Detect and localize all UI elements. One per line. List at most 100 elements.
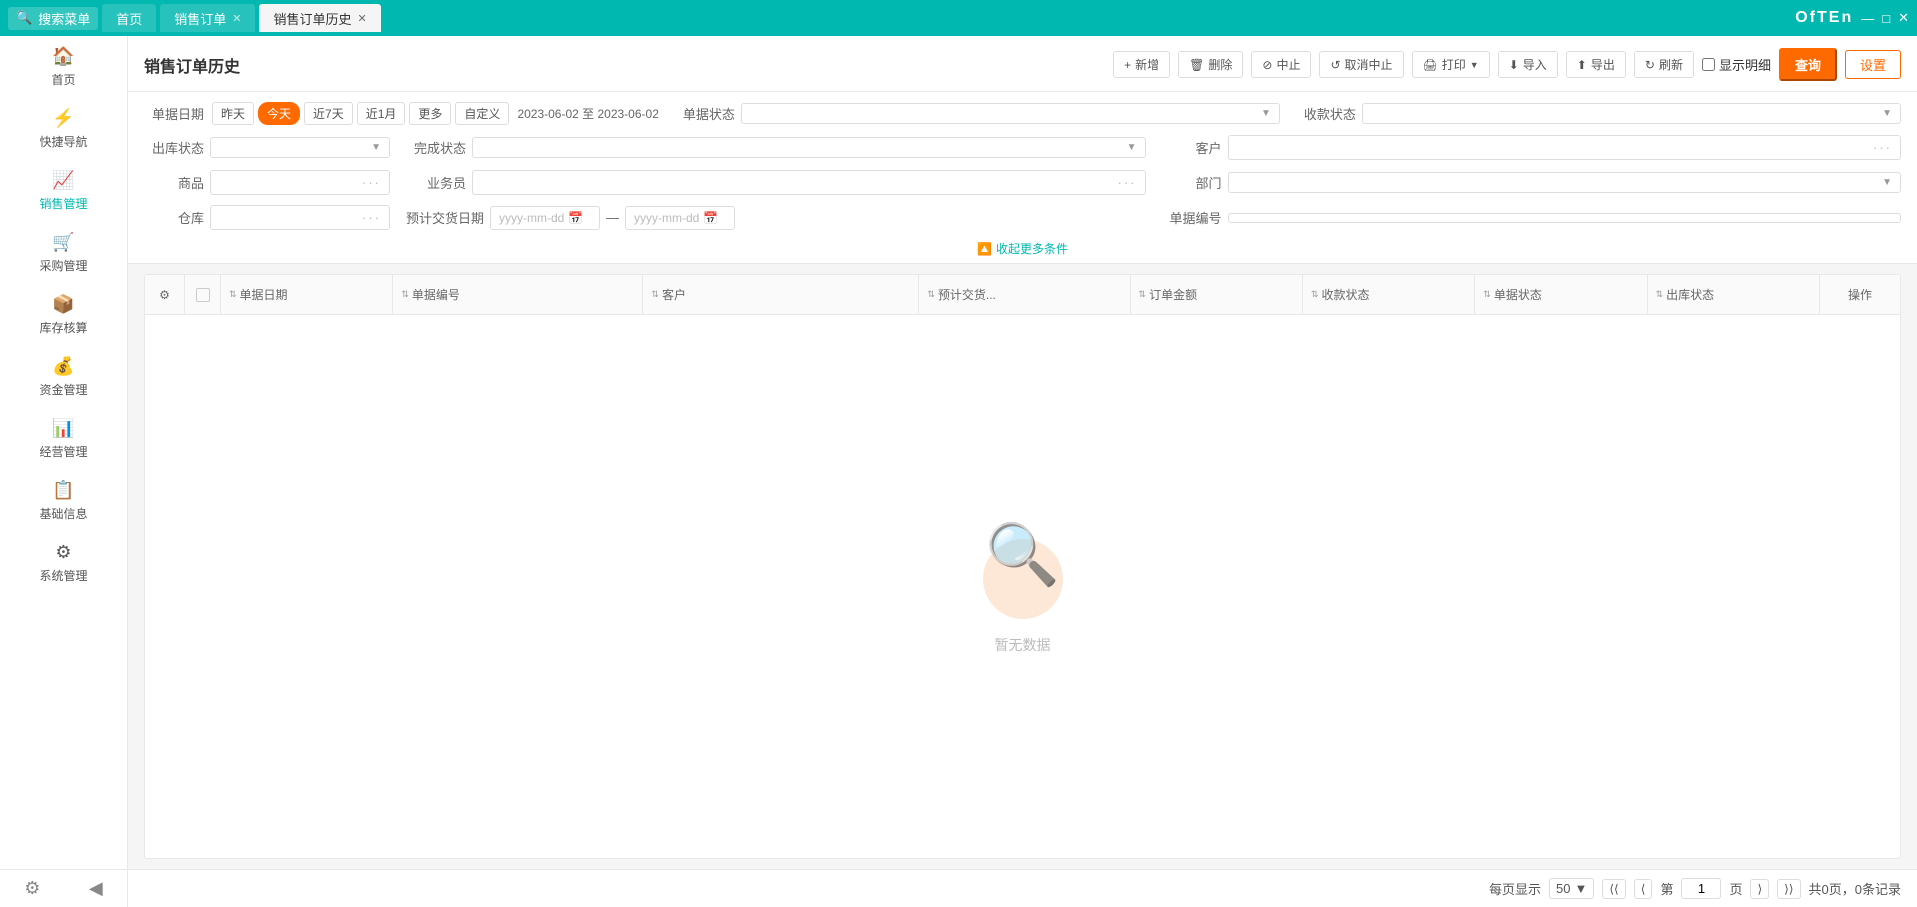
sidebar-label-inventory: 库存核算	[39, 319, 87, 336]
payment-status-select[interactable]: ▼	[1362, 103, 1901, 124]
sidebar-item-finance[interactable]: 💰 资金管理	[0, 346, 127, 408]
show-detail-toggle[interactable]: 显示明细	[1702, 55, 1771, 74]
customer-dots: ···	[1873, 140, 1892, 155]
page-next-btn[interactable]: ⟩	[1750, 879, 1769, 899]
date-btn-yesterday[interactable]: 昨天	[212, 102, 254, 125]
tab-close-sales-order-history[interactable]: ✕	[357, 12, 366, 25]
tab-home[interactable]: 首页	[102, 4, 156, 32]
empty-text: 暂无数据	[995, 635, 1051, 655]
page-last-btn[interactable]: ⟩⟩	[1777, 879, 1800, 899]
maximize-btn[interactable]: □	[1882, 11, 1890, 26]
warehouse-label: 仓库	[144, 208, 204, 227]
sidebar-item-sales[interactable]: 📈 销售管理	[0, 160, 127, 222]
complete-status-select[interactable]: ▼	[472, 137, 1146, 158]
th-sort-icon-date[interactable]: ⇅	[229, 289, 237, 300]
salesperson-input[interactable]: ···	[472, 170, 1146, 195]
sidebar-item-inventory[interactable]: 📦 库存核算	[0, 284, 127, 346]
sidebar-item-basic-info[interactable]: 📋 基础信息	[0, 470, 127, 532]
delivery-end-placeholder: yyyy-mm-dd	[634, 211, 699, 225]
inventory-icon: 📦	[52, 294, 74, 315]
page-size-label: 每页显示	[1489, 879, 1541, 898]
export-btn[interactable]: ⬆ 导出	[1566, 51, 1626, 78]
out-status-select[interactable]: ▼	[210, 137, 390, 158]
department-select[interactable]: ▼	[1228, 172, 1902, 193]
complete-status-chevron: ▼	[1127, 142, 1137, 153]
product-dots: ···	[362, 175, 381, 190]
date-filter-field: 单据日期 昨天 今天 近7天 近1月 更多 自定义 2023-06-02 至 2…	[144, 102, 659, 125]
warehouse-input[interactable]: ···	[210, 205, 390, 230]
sidebar-item-quicknav[interactable]: ⚡ 快捷导航	[0, 98, 127, 160]
print-btn[interactable]: 🖨 打印 ▼	[1412, 51, 1490, 78]
close-btn[interactable]: ✕	[1898, 10, 1909, 26]
page-size-chevron: ▼	[1575, 881, 1588, 896]
show-detail-checkbox[interactable]	[1702, 58, 1715, 71]
sales-icon: 📈	[52, 170, 74, 191]
th-order-status: ⇅ 单据状态	[1475, 275, 1647, 314]
th-delivery: ⇅ 预计交货...	[919, 275, 1130, 314]
search-box[interactable]: 🔍 搜索菜单	[8, 7, 98, 30]
sidebar-settings-btn[interactable]: ⚙	[24, 878, 40, 899]
product-input[interactable]: ···	[210, 170, 390, 195]
empty-area: 🔍 暂无数据	[145, 315, 1900, 858]
collapse-up-icon: 🔼	[977, 242, 992, 256]
pagination: 每页显示 50 ▼ ⟨⟨ ⟨ 第 页 ⟩ ⟩⟩ 共0页，0条记录	[128, 869, 1917, 907]
page-prev-btn[interactable]: ⟨	[1634, 879, 1653, 899]
query-btn[interactable]: 查询	[1779, 48, 1837, 81]
th-sort-icon-customer[interactable]: ⇅	[651, 289, 659, 300]
order-status-select[interactable]: ▼	[741, 103, 1280, 124]
th-sort-icon-amount[interactable]: ⇅	[1139, 289, 1147, 300]
sidebar-item-operations[interactable]: 📊 经营管理	[0, 408, 127, 470]
out-status-chevron: ▼	[371, 142, 381, 153]
stop-btn[interactable]: ⊘ 中止	[1251, 51, 1311, 78]
page-first-btn[interactable]: ⟨⟨	[1602, 879, 1625, 899]
page-go-label: 第	[1660, 879, 1673, 898]
brand-label: OfTEn	[1795, 9, 1853, 27]
collapse-row[interactable]: 🔼 收起更多条件	[144, 240, 1901, 257]
date-btn-7days[interactable]: 近7天	[304, 102, 353, 125]
search-icon: 🔍	[16, 10, 32, 26]
basic-info-icon: 📋	[52, 480, 74, 501]
th-sort-icon-delivery[interactable]: ⇅	[927, 289, 935, 300]
customer-input[interactable]: ···	[1228, 135, 1902, 160]
date-btn-custom[interactable]: 自定义	[455, 102, 509, 125]
refresh-btn[interactable]: ↻ 刷新	[1634, 51, 1694, 78]
customer-field: 客户 ···	[1162, 135, 1902, 160]
sidebar-item-purchase[interactable]: 🛒 采购管理	[0, 222, 127, 284]
refresh-icon: ↻	[1645, 58, 1655, 72]
cancel-stop-btn[interactable]: ↺ 取消中止	[1319, 51, 1403, 78]
tab-close-sales-order[interactable]: ✕	[232, 12, 241, 25]
filter-row-3: 商品 ··· 业务员 ··· 部门	[144, 170, 1901, 195]
sidebar-collapse-btn[interactable]: ◀	[89, 878, 103, 899]
page-number-input[interactable]	[1681, 878, 1721, 899]
empty-search-icon: 🔍	[985, 519, 1060, 590]
th-sort-icon-payment[interactable]: ⇅	[1311, 289, 1319, 300]
th-sort-icon-orderstatus[interactable]: ⇅	[1483, 289, 1491, 300]
date-btn-1month[interactable]: 近1月	[357, 102, 406, 125]
th-checkbox[interactable]	[185, 275, 221, 314]
window-controls: OfTEn — □ ✕	[1795, 9, 1909, 27]
date-range-text: 2023-06-02 至 2023-06-02	[517, 105, 658, 122]
date-btn-today[interactable]: 今天	[258, 102, 300, 125]
minimize-btn[interactable]: —	[1861, 11, 1874, 26]
th-settings[interactable]: ⚙	[145, 275, 185, 314]
import-btn[interactable]: ⬇ 导入	[1498, 51, 1558, 78]
page-title: 销售订单历史	[144, 53, 240, 77]
sidebar-label-sales: 销售管理	[39, 195, 87, 212]
delivery-date-end[interactable]: yyyy-mm-dd 📅	[625, 206, 735, 230]
delete-btn[interactable]: 🗑 删除	[1178, 51, 1243, 78]
new-btn[interactable]: + 新增	[1113, 51, 1170, 78]
sidebar-item-system[interactable]: ⚙ 系统管理	[0, 532, 127, 594]
sidebar: 🏠 首页 ⚡ 快捷导航 📈 销售管理 🛒 采购管理 📦 库存核算 💰 资金管理 …	[0, 36, 128, 907]
date-btn-more[interactable]: 更多	[409, 102, 451, 125]
sidebar-item-home[interactable]: 🏠 首页	[0, 36, 127, 98]
page-size-select[interactable]: 50 ▼	[1549, 878, 1594, 899]
delivery-date-start[interactable]: yyyy-mm-dd 📅	[490, 206, 600, 230]
tab-sales-order[interactable]: 销售订单 ✕	[160, 4, 255, 32]
th-sort-icon-outstatus[interactable]: ⇅	[1656, 289, 1664, 300]
tab-sales-order-history[interactable]: 销售订单历史 ✕	[259, 4, 380, 32]
order-no-input[interactable]	[1228, 213, 1902, 223]
settings-btn[interactable]: 设置	[1845, 50, 1901, 79]
content-area: 销售订单历史 + 新增 🗑 删除 ⊘ 中止 ↺	[128, 36, 1917, 907]
th-sort-icon-orderno[interactable]: ⇅	[401, 289, 409, 300]
header-checkbox[interactable]	[196, 288, 210, 302]
